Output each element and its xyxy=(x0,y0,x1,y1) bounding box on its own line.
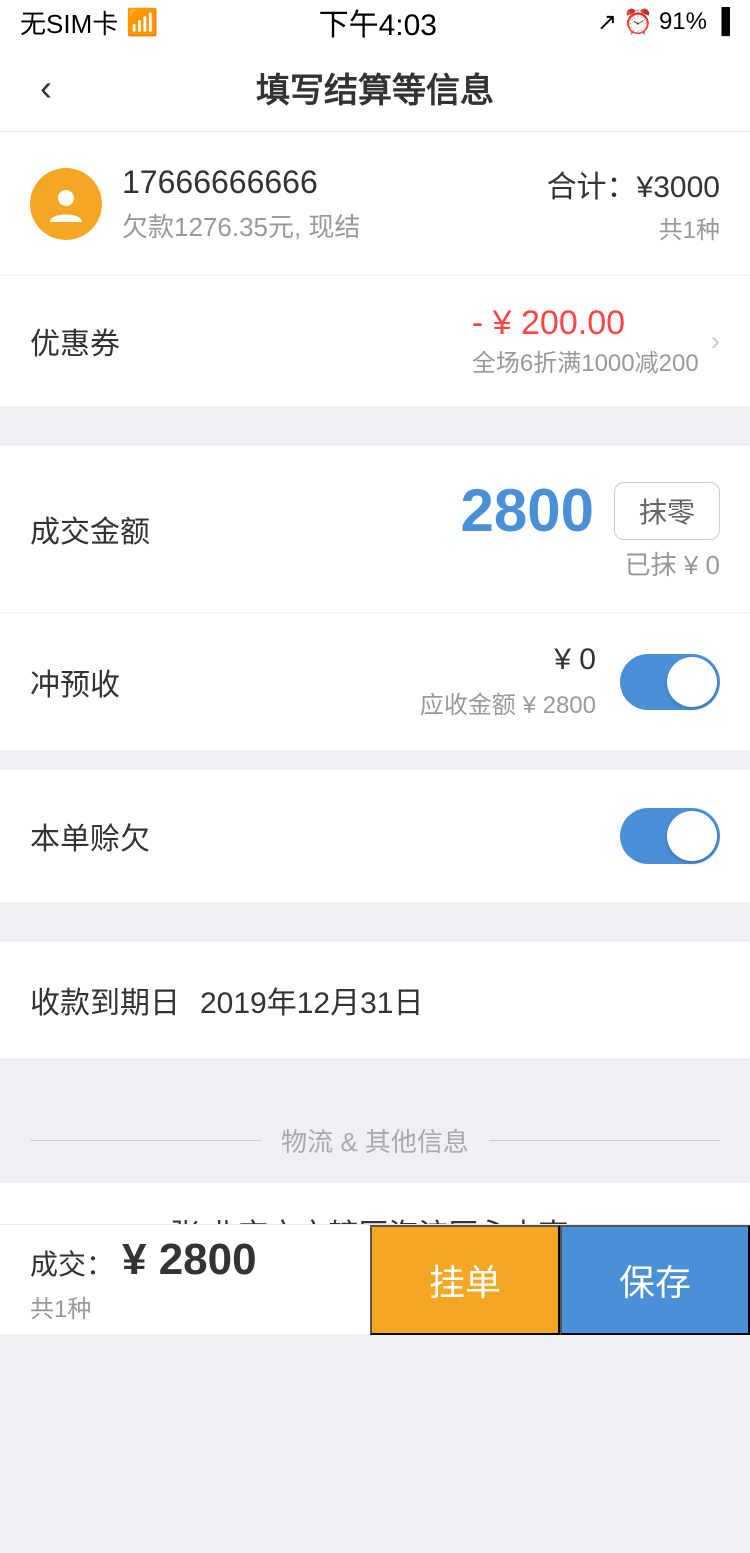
chong-yushou-label: 冲预收 xyxy=(30,660,120,704)
coupon-discount: - ¥ 200.00 xyxy=(472,304,699,343)
bottom-space xyxy=(0,1353,750,1553)
chong-receivable: 应收金额 ¥ 2800 xyxy=(420,685,596,720)
logistics-divider: 物流 & 其他信息 xyxy=(0,1098,750,1183)
customer-phone: 17666666666 xyxy=(122,164,360,201)
due-date-value: 2019年12月31日 xyxy=(200,978,423,1022)
chong-amount: ¥ 0 xyxy=(554,643,596,677)
customer-info: 17666666666 欠款1276.35元, 现结 xyxy=(122,164,360,244)
due-date-label: 收款到期日 xyxy=(30,978,180,1022)
chong-toggle-container[interactable] xyxy=(620,654,720,710)
logistics-line-right xyxy=(489,1140,720,1141)
status-right: ↗ ⏰ 91% ▐ xyxy=(597,8,730,37)
save-button[interactable]: 保存 xyxy=(560,1225,750,1335)
battery-icon: ▐ xyxy=(713,8,730,36)
coupon-row[interactable]: 优惠券 - ¥ 200.00 全场6折满1000减200 › xyxy=(0,275,750,406)
bottom-summary-label: 成交： xyxy=(30,1243,114,1283)
nav-bar: ‹ 填写结算等信息 xyxy=(0,44,750,132)
chong-yushou-row: 冲预收 ¥ 0 应收金额 ¥ 2800 xyxy=(0,613,750,750)
back-button[interactable]: ‹ xyxy=(30,57,62,119)
page-title: 填写结算等信息 xyxy=(256,63,494,112)
due-date-row: 收款到期日 2019年12月31日 xyxy=(0,942,750,1058)
she-qian-toggle-knob xyxy=(667,811,717,861)
customer-card: 17666666666 欠款1276.35元, 现结 合计：¥3000 共1种 … xyxy=(0,132,750,406)
she-qian-toggle[interactable] xyxy=(620,808,720,864)
battery-percent: 91% xyxy=(659,8,707,36)
section-divider-3 xyxy=(0,922,750,942)
coupon-description: 全场6折满1000减200 xyxy=(472,343,699,378)
total-amount: 合计：¥3000 xyxy=(547,162,720,206)
coupon-chevron-icon: › xyxy=(711,325,720,357)
chong-toggle-knob xyxy=(667,657,717,707)
coupon-right: - ¥ 200.00 全场6折满1000减200 › xyxy=(472,304,720,378)
logistics-text: 物流 & 其他信息 xyxy=(261,1122,489,1159)
hang-order-button[interactable]: 挂单 xyxy=(370,1225,560,1335)
section-divider-2 xyxy=(0,750,750,770)
location-icon: ↗ xyxy=(597,8,617,37)
amount-area: 2800 抹零 xyxy=(461,476,721,545)
total-count: 共1种 xyxy=(547,210,720,245)
customer-row: 17666666666 欠款1276.35元, 现结 合计：¥3000 共1种 xyxy=(0,132,750,275)
deal-amount-section: 成交金额 2800 抹零 已抹 ¥ 0 冲预收 ¥ 0 应收金额 ¥ 2800 xyxy=(0,446,750,750)
wifi-icon: 📶 xyxy=(126,7,158,38)
deal-amount-value: 2800 xyxy=(461,476,594,545)
chong-right-area: ¥ 0 应收金额 ¥ 2800 xyxy=(420,643,596,720)
section-divider-4 xyxy=(0,1078,750,1098)
section-divider-1 xyxy=(0,426,750,446)
alarm-icon: ⏰ xyxy=(623,8,653,37)
logistics-line-left xyxy=(30,1140,261,1141)
status-time: 下午4:03 xyxy=(319,0,437,44)
avatar xyxy=(30,168,102,240)
bottom-summary-row: 成交： ¥ 2800 xyxy=(30,1235,340,1285)
status-bar: 无SIM卡 📶 下午4:03 ↗ ⏰ 91% ▐ xyxy=(0,0,750,44)
bottom-bar: 成交： ¥ 2800 共1种 挂单 保存 xyxy=(0,1224,750,1334)
she-qian-row: 本单赊欠 xyxy=(0,770,750,902)
round-zero-button[interactable]: 抹零 xyxy=(614,482,720,540)
status-left: 无SIM卡 📶 xyxy=(20,4,159,41)
chong-toggle[interactable] xyxy=(620,654,720,710)
bottom-summary: 成交： ¥ 2800 共1种 xyxy=(0,1235,370,1324)
no-sim-text: 无SIM卡 xyxy=(20,4,118,41)
coupon-label: 优惠券 xyxy=(30,319,120,363)
bottom-count: 共1种 xyxy=(30,1289,340,1324)
customer-sub-text: 欠款1276.35元, 现结 xyxy=(122,207,360,244)
she-qian-label: 本单赊欠 xyxy=(30,814,150,858)
customer-right: 合计：¥3000 共1种 xyxy=(547,162,720,245)
she-qian-toggle-container[interactable] xyxy=(620,808,720,864)
main-content: 17666666666 欠款1276.35元, 现结 合计：¥3000 共1种 … xyxy=(0,132,750,1553)
deal-amount-label: 成交金额 xyxy=(30,507,150,551)
customer-left: 17666666666 欠款1276.35元, 现结 xyxy=(30,164,360,244)
deal-amount-row: 成交金额 2800 抹零 已抹 ¥ 0 xyxy=(0,446,750,613)
bottom-buttons: 挂单 保存 xyxy=(370,1225,750,1335)
bottom-summary-amount: ¥ 2800 xyxy=(122,1235,257,1285)
deal-amount-sub: 已抹 ¥ 0 xyxy=(625,545,720,582)
